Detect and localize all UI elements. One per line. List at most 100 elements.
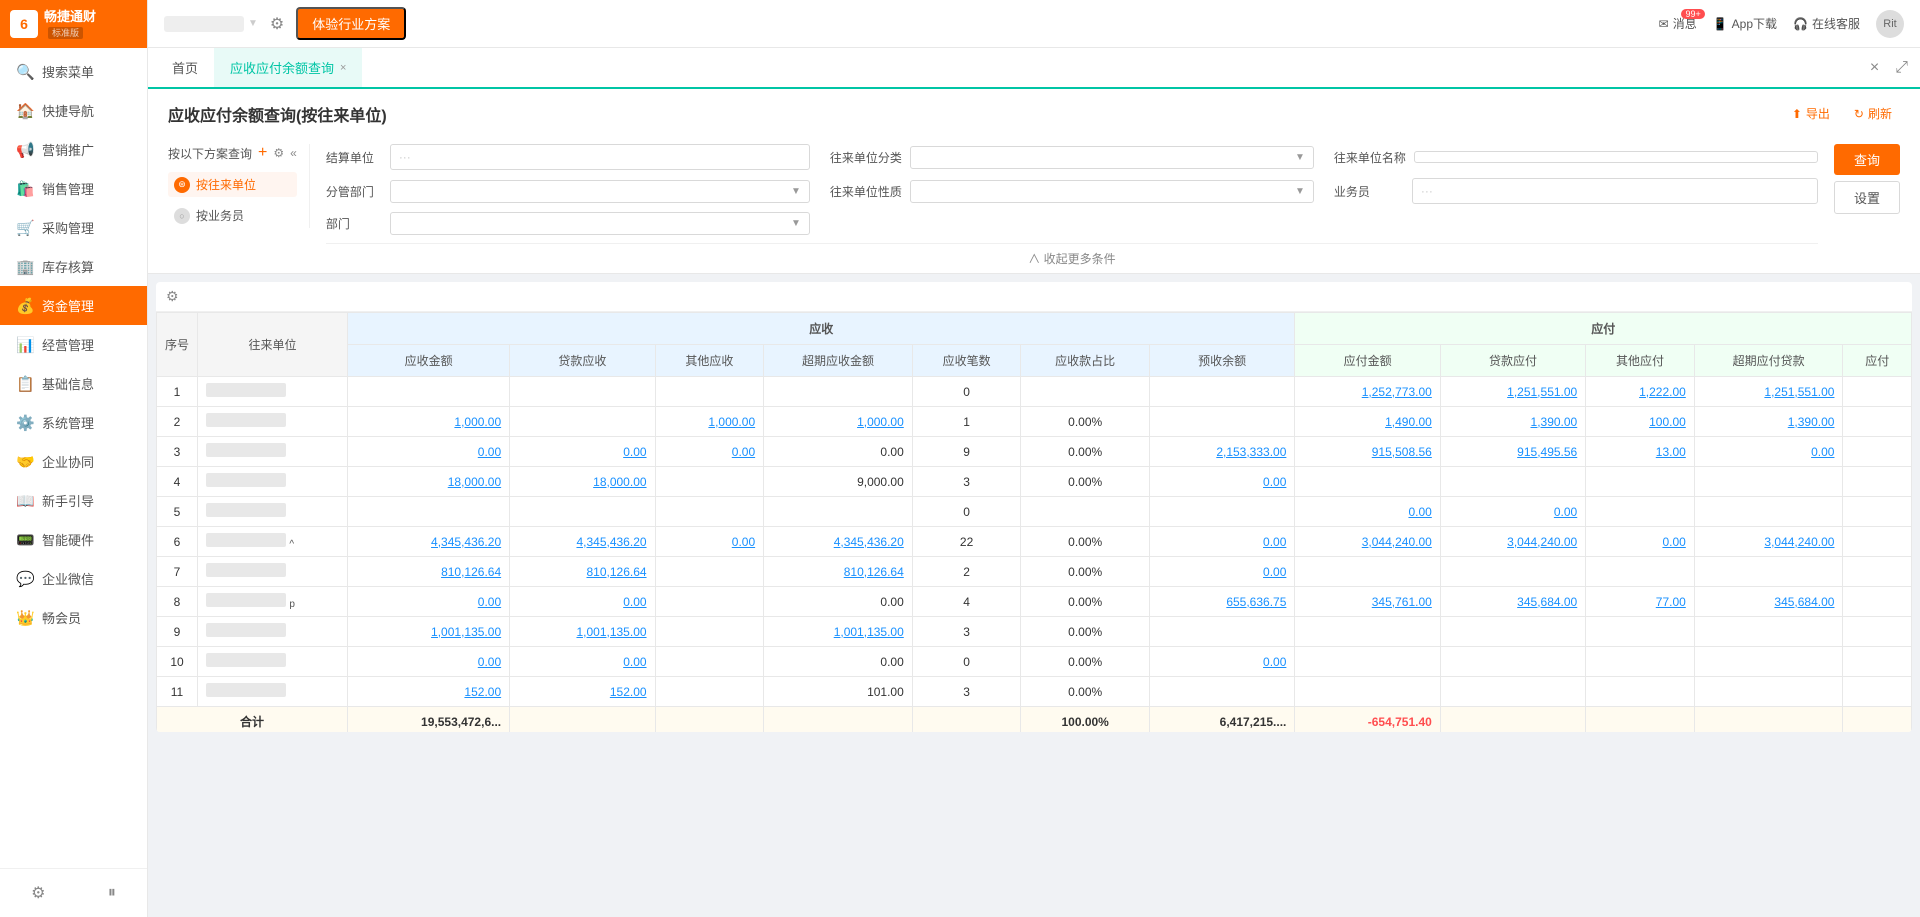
table-scroll-area[interactable]: 序号 往来单位 应收 应付 应收金额 贷款应收 其他应收 超期应收金额 应收笔数… [156, 312, 1912, 732]
cell-ap-other-6: 0.00 [1586, 527, 1695, 557]
cell-ar-loan-3: 0.00 [510, 437, 655, 467]
field-partner-name: 往来单位名称 [1334, 144, 1818, 170]
field-department: 部门 ▼ [326, 212, 810, 235]
cell-ar-count-10: 0 [912, 647, 1021, 677]
cell-ap-loan-4 [1440, 467, 1585, 497]
query-button[interactable]: 查询 [1834, 144, 1900, 175]
sidebar-item-finance[interactable]: 💰 资金管理 [0, 286, 147, 325]
sidebar-nav: 🔍 搜索菜单 🏠 快捷导航 📢 营销推广 🛍️ 销售管理 🛒 采购管理 🏢 库存… [0, 48, 147, 868]
settings-button[interactable]: 设置 [1834, 181, 1900, 214]
partner-name-input[interactable] [1414, 151, 1818, 163]
partner-category-label: 往来单位分类 [830, 149, 902, 166]
cell-ar-loan-8: 0.00 [510, 587, 655, 617]
partner-category-input[interactable]: ▼ [910, 146, 1314, 169]
collapse-more[interactable]: ∧ 收起更多条件 [326, 243, 1818, 273]
sidebar-item-search-menu[interactable]: 🔍 搜索菜单 [0, 52, 147, 91]
cell-ap-11 [1843, 677, 1912, 707]
cell-ar-loan-5 [510, 497, 655, 527]
cell-ap-overdue-loan-3: 0.00 [1694, 437, 1843, 467]
cell-partner-10 [198, 647, 348, 677]
header-gear-btn[interactable]: ⚙ [270, 14, 284, 34]
window-close-btn[interactable]: × [1866, 55, 1883, 81]
online-service-btn[interactable]: 🎧 在线客服 [1793, 15, 1860, 32]
sidebar-item-cooperation[interactable]: 🤝 企业协同 [0, 442, 147, 481]
sidebar-item-purchase[interactable]: 🛒 采购管理 [0, 208, 147, 247]
sidebar-item-guide[interactable]: 📖 新手引导 [0, 481, 147, 520]
cell-ar-ratio-3: 0.00% [1021, 437, 1150, 467]
scheme-collapse-btn[interactable]: « [290, 146, 297, 160]
sidebar-item-wechat[interactable]: 💬 企业微信 [0, 559, 147, 598]
col-ap-loan: 贷款应付 [1440, 345, 1585, 377]
user-avatar[interactable]: Rit [1876, 10, 1904, 38]
total-label: 合计 [157, 707, 348, 733]
cell-ar-other-6: 0.00 [655, 527, 764, 557]
sidebar-item-hardware[interactable]: 📟 智能硬件 [0, 520, 147, 559]
ops-icon: 📊 [16, 336, 34, 354]
add-scheme-btn[interactable]: + [258, 144, 267, 162]
cell-ar-other-2: 1,000.00 [655, 407, 764, 437]
cell-ap-other-10 [1586, 647, 1695, 677]
col-ar-amount: 应收金额 [348, 345, 510, 377]
cell-partner-8: p [198, 587, 348, 617]
cell-seq-5: 5 [157, 497, 198, 527]
partner-nature-input[interactable]: ▼ [910, 180, 1314, 203]
table-row: 2 1,000.00 1,000.00 1,000.00 1 0.00% 1,4… [157, 407, 1912, 437]
scheme-settings-btn[interactable]: ⚙ [273, 146, 284, 160]
sidebar-item-ops[interactable]: 📊 经营管理 [0, 325, 147, 364]
cell-seq-3: 3 [157, 437, 198, 467]
sidebar-item-marketing[interactable]: 📢 营销推广 [0, 130, 147, 169]
guide-icon: 📖 [16, 492, 34, 510]
tab-close-btn[interactable]: × [340, 62, 346, 74]
col-ap-other: 其他应付 [1586, 345, 1695, 377]
window-maximize-btn[interactable]: ⤢ [1891, 55, 1912, 81]
promo-button[interactable]: 体验行业方案 [296, 7, 406, 40]
cell-ap-loan-6: 3,044,240.00 [1440, 527, 1585, 557]
sidebar-item-sales[interactable]: 🛍️ 销售管理 [0, 169, 147, 208]
cell-ap-loan-3: 915,495.56 [1440, 437, 1585, 467]
app-download-btn[interactable]: 📱 App下载 [1713, 15, 1777, 32]
cell-ar-count-11: 3 [912, 677, 1021, 707]
col-seq-header: 序号 [157, 313, 198, 377]
sidebar-collapse-btn[interactable]: ⏸ [102, 878, 122, 908]
tab-home[interactable]: 首页 [156, 48, 214, 89]
col-partner-header: 往来单位 [198, 313, 348, 377]
total-ar-prepaid: 6,417,215.... [1149, 707, 1294, 733]
sidebar-item-system[interactable]: ⚙️ 系统管理 [0, 403, 147, 442]
cell-partner-11 [198, 677, 348, 707]
finance-icon: 💰 [16, 297, 34, 315]
settlement-unit-input[interactable]: ··· [390, 144, 810, 170]
sidebar-item-basic[interactable]: 📋 基础信息 [0, 364, 147, 403]
cell-ar-prepaid-7: 0.00 [1149, 557, 1294, 587]
dept-manager-input[interactable]: ▼ [390, 180, 810, 203]
total-ar-ratio: 100.00% [1021, 707, 1150, 733]
tab-ar-ap[interactable]: 应收应付余额查询 × [214, 48, 362, 89]
sidebar-item-member[interactable]: 👑 畅会员 [0, 598, 147, 637]
sidebar-item-quick-nav[interactable]: 🏠 快捷导航 [0, 91, 147, 130]
table-settings-btn[interactable]: ⚙ [166, 288, 179, 304]
sidebar-settings-btn[interactable]: ⚙ [25, 877, 51, 909]
cell-ap-overdue-loan-5 [1694, 497, 1843, 527]
cell-seq-11: 11 [157, 677, 198, 707]
cell-ar-ratio-10: 0.00% [1021, 647, 1150, 677]
tabs-bar: 首页 应收应付余额查询 × × ⤢ [148, 48, 1920, 89]
message-btn[interactable]: ✉ 消息 99 [1659, 15, 1697, 32]
filter-by-salesperson[interactable]: ○ 按业务员 [168, 203, 297, 228]
salesperson-input[interactable]: ··· [1412, 178, 1818, 204]
refresh-button[interactable]: ↻ 刷新 [1846, 101, 1900, 126]
department-input[interactable]: ▼ [390, 212, 810, 235]
cell-ar-prepaid-4: 0.00 [1149, 467, 1294, 497]
table-total-row: 合计 19,553,472,6... 100.00% 6,417,215....… [157, 707, 1912, 733]
filter-partner-label: 按往来单位 [196, 176, 256, 193]
query-buttons: 查询 设置 [1834, 144, 1900, 214]
cell-ar-amount-8: 0.00 [348, 587, 510, 617]
sidebar-item-inventory[interactable]: 🏢 库存核算 [0, 247, 147, 286]
cell-ap-1 [1843, 377, 1912, 407]
export-button[interactable]: ⬆ 导出 [1784, 101, 1838, 126]
table-toolbar: ⚙ [156, 282, 1912, 312]
cell-partner-3 [198, 437, 348, 467]
cell-seq-8: 8 [157, 587, 198, 617]
col-ar-ratio: 应收款占比 [1021, 345, 1150, 377]
filter-by-partner[interactable]: ⊛ 按往来单位 [168, 172, 297, 197]
cell-ar-ratio-8: 0.00% [1021, 587, 1150, 617]
cell-ar-amount-6: 4,345,436.20 [348, 527, 510, 557]
